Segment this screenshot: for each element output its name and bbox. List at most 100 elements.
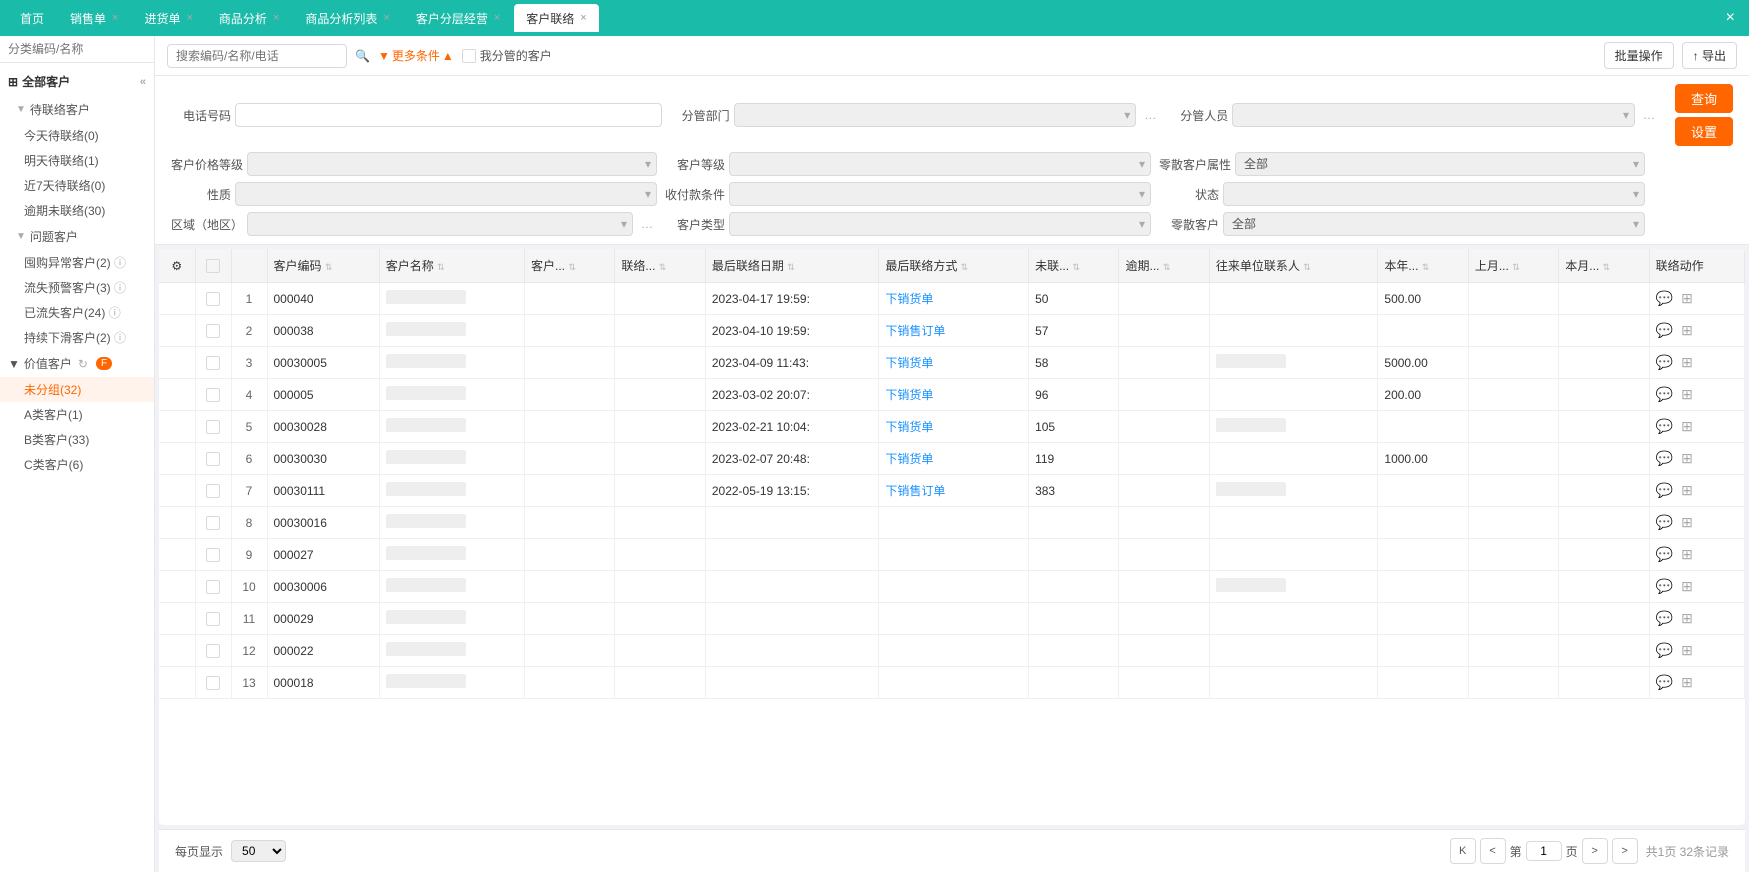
nav-customer-contact[interactable]: 客户联络 × [514, 4, 598, 32]
col-this-month[interactable]: 本月... ⇅ [1559, 249, 1649, 283]
row-checkbox[interactable] [206, 548, 220, 562]
table-link[interactable]: 下销货单 [885, 420, 933, 434]
nav-product-list-close[interactable]: × [383, 12, 389, 24]
nav-customer-contact-close[interactable]: × [580, 12, 586, 24]
nav-customer-segment-close[interactable]: × [494, 12, 500, 24]
sidebar-item-tomorrow-contact[interactable]: 明天待联络(1) [0, 148, 154, 173]
nav-sales-close[interactable]: × [112, 12, 118, 24]
action-chat-icon[interactable]: 💬 [1656, 386, 1673, 403]
action-grid-icon[interactable]: ⊞ [1681, 386, 1693, 403]
select-all-checkbox[interactable] [206, 259, 220, 273]
col-contact[interactable]: 联络... ⇅ [615, 249, 705, 283]
col-overdue[interactable]: 逾期... ⇅ [1119, 249, 1209, 283]
action-chat-icon[interactable]: 💬 [1656, 450, 1673, 467]
filter-person-dots[interactable]: … [1639, 108, 1659, 122]
sidebar-item-hoarding[interactable]: 囤购异常客户(2) ⓘ [0, 250, 154, 275]
pending-contact-group[interactable]: ▼ 待联络客户 [0, 96, 154, 123]
row-checkbox[interactable] [206, 452, 220, 466]
first-page-button[interactable]: K [1450, 838, 1476, 864]
col-last-month[interactable]: 上月... ⇅ [1468, 249, 1558, 283]
batch-ops-button[interactable]: 批量操作 [1604, 42, 1674, 69]
col-code[interactable]: 客户编码 ⇅ [267, 249, 379, 283]
action-grid-icon[interactable]: ⊞ [1681, 482, 1693, 499]
filter-customer-type-select[interactable] [729, 212, 1151, 236]
reset-button[interactable]: 设置 [1675, 117, 1733, 146]
filter-payment-select[interactable] [729, 182, 1151, 206]
action-grid-icon[interactable]: ⊞ [1681, 642, 1693, 659]
row-checkbox[interactable] [206, 580, 220, 594]
sidebar-all-customers[interactable]: ⊞ 全部客户 « [0, 67, 154, 96]
my-customers-checkbox[interactable] [462, 49, 476, 63]
filter-retail-select[interactable]: 全部 [1223, 212, 1645, 236]
table-link[interactable]: 下销售订单 [885, 324, 945, 338]
action-chat-icon[interactable]: 💬 [1656, 546, 1673, 563]
filter-price-level-select[interactable] [247, 152, 657, 176]
nav-product-list[interactable]: 商品分析列表 × [293, 4, 401, 32]
problem-customers-group[interactable]: ▼ 问题客户 [0, 223, 154, 250]
col-this-year[interactable]: 本年... ⇅ [1378, 249, 1468, 283]
row-checkbox[interactable] [206, 292, 220, 306]
more-conditions-btn[interactable]: ▼ 更多条件 ▲ [378, 47, 454, 64]
action-chat-icon[interactable]: 💬 [1656, 578, 1673, 595]
col-last-contact-date[interactable]: 最后联络日期 ⇅ [705, 249, 878, 283]
sidebar-search-input[interactable] [8, 42, 155, 56]
table-link[interactable]: 下销货单 [885, 356, 933, 370]
action-chat-icon[interactable]: 💬 [1656, 514, 1673, 531]
action-chat-icon[interactable]: 💬 [1656, 482, 1673, 499]
sidebar-item-churn-warn[interactable]: 流失预警客户(3) ⓘ [0, 275, 154, 300]
sidebar-item-declining[interactable]: 持续下滑客户(2) ⓘ [0, 325, 154, 350]
query-button[interactable]: 查询 [1675, 84, 1733, 113]
col-company-contact[interactable]: 往来单位联系人 ⇅ [1209, 249, 1378, 283]
export-button[interactable]: ↑ 导出 [1682, 42, 1737, 69]
nav-home[interactable]: 首页 [8, 4, 56, 32]
action-grid-icon[interactable]: ⊞ [1681, 450, 1693, 467]
filter-region-select[interactable] [247, 212, 633, 236]
table-link[interactable]: 下销货单 [885, 388, 933, 402]
action-grid-icon[interactable]: ⊞ [1681, 322, 1693, 339]
row-checkbox[interactable] [206, 388, 220, 402]
table-link[interactable]: 下销售订单 [885, 484, 945, 498]
row-checkbox[interactable] [206, 676, 220, 690]
nav-customer-segment[interactable]: 客户分层经营 × [404, 4, 512, 32]
sidebar-item-today-contact[interactable]: 今天待联络(0) [0, 123, 154, 148]
settings-icon[interactable]: ⚙ [171, 259, 182, 273]
table-link[interactable]: 下销货单 [885, 452, 933, 466]
nav-sales[interactable]: 销售单 × [58, 4, 130, 32]
action-grid-icon[interactable]: ⊞ [1681, 674, 1693, 691]
col-last-contact-method[interactable]: 最后联络方式 ⇅ [879, 249, 1029, 283]
filter-person-select[interactable] [1232, 103, 1635, 127]
filter-dept-select[interactable] [734, 103, 1137, 127]
sidebar-item-a-class[interactable]: A类客户(1) [0, 402, 154, 427]
table-link[interactable]: 下销货单 [885, 292, 933, 306]
row-checkbox[interactable] [206, 612, 220, 626]
action-grid-icon[interactable]: ⊞ [1681, 354, 1693, 371]
row-checkbox[interactable] [206, 356, 220, 370]
sidebar-item-ungroup[interactable]: 未分组(32) [0, 377, 154, 402]
sidebar-item-churned[interactable]: 已流失客户(24) ⓘ [0, 300, 154, 325]
action-chat-icon[interactable]: 💬 [1656, 610, 1673, 627]
sidebar-item-b-class[interactable]: B类客户(33) [0, 427, 154, 452]
action-grid-icon[interactable]: ⊞ [1681, 418, 1693, 435]
nav-purchase-close[interactable]: × [186, 12, 192, 24]
action-chat-icon[interactable]: 💬 [1656, 418, 1673, 435]
action-chat-icon[interactable]: 💬 [1656, 354, 1673, 371]
filter-retail-attr-select[interactable]: 全部 [1235, 152, 1645, 176]
action-grid-icon[interactable]: ⊞ [1681, 578, 1693, 595]
col-settings[interactable]: ⚙ [159, 249, 195, 283]
main-search-input[interactable] [167, 44, 347, 68]
main-search-icon[interactable]: 🔍 [355, 49, 370, 63]
refresh-icon[interactable]: ↻ [78, 357, 88, 371]
action-grid-icon[interactable]: ⊞ [1681, 514, 1693, 531]
row-checkbox[interactable] [206, 516, 220, 530]
filter-region-dots[interactable]: … [637, 217, 657, 231]
filter-nature-select[interactable] [235, 182, 657, 206]
nav-purchase[interactable]: 进货单 × [132, 4, 204, 32]
prev-page-button[interactable]: < [1480, 838, 1506, 864]
filter-status-select[interactable] [1223, 182, 1645, 206]
sidebar-item-c-class[interactable]: C类客户(6) [0, 452, 154, 477]
col-type[interactable]: 客户... ⇅ [525, 249, 615, 283]
last-page-button[interactable]: > [1612, 838, 1638, 864]
row-checkbox[interactable] [206, 324, 220, 338]
sidebar-item-7day-contact[interactable]: 近7天待联络(0) [0, 173, 154, 198]
col-name[interactable]: 客户名称 ⇅ [379, 249, 524, 283]
